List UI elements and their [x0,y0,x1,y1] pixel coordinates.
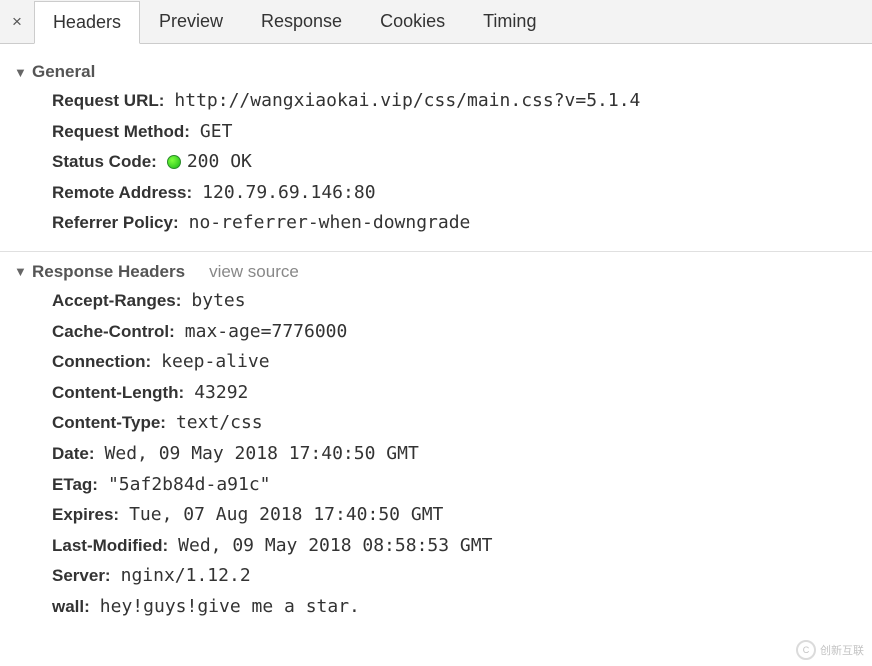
entry-value: Wed, 09 May 2018 08:58:53 GMT [178,531,492,562]
tab-response[interactable]: Response [242,0,361,43]
entry-cache-control: Cache-Control: max-age=7776000 [52,317,872,348]
entry-label: Status Code: [52,148,157,177]
response-headers-header[interactable]: ▼ Response Headers view source [0,258,872,286]
status-dot-icon [167,155,181,169]
tab-headers[interactable]: Headers [34,1,140,44]
disclosure-triangle-icon: ▼ [14,264,26,279]
entry-content-length: Content-Length: 43292 [52,378,872,409]
watermark-logo-icon: C [796,640,816,660]
entry-request-method: Request Method: GET [52,117,872,148]
entry-value: nginx/1.12.2 [121,561,251,592]
entry-date: Date: Wed, 09 May 2018 17:40:50 GMT [52,439,872,470]
entry-referrer-policy: Referrer Policy: no-referrer-when-downgr… [52,208,872,239]
entry-label: wall: [52,593,90,622]
general-entries: Request URL: http://wangxiaokai.vip/css/… [0,86,872,245]
entry-label: Connection: [52,348,151,377]
entry-value: keep-alive [161,347,269,378]
general-section: ▼ General Request URL: http://wangxiaoka… [0,52,872,251]
entry-value: no-referrer-when-downgrade [189,208,471,239]
entry-label: Date: [52,440,95,469]
entry-request-url: Request URL: http://wangxiaokai.vip/css/… [52,86,872,117]
entry-label: Content-Type: [52,409,166,438]
general-header[interactable]: ▼ General [0,58,872,86]
entry-connection: Connection: keep-alive [52,347,872,378]
tab-bar: × Headers Preview Response Cookies Timin… [0,0,872,44]
view-source-link[interactable]: view source [209,262,299,282]
entry-label: Content-Length: [52,379,184,408]
entry-label: Server: [52,562,111,591]
entry-value: hey!guys!give me a star. [100,592,360,623]
entry-label: Request Method: [52,118,190,147]
entry-value: Wed, 09 May 2018 17:40:50 GMT [105,439,419,470]
entry-label: Request URL: [52,87,164,116]
entry-expires: Expires: Tue, 07 Aug 2018 17:40:50 GMT [52,500,872,531]
entry-server: Server: nginx/1.12.2 [52,561,872,592]
entry-value: http://wangxiaokai.vip/css/main.css?v=5.… [174,86,640,117]
entry-content-type: Content-Type: text/css [52,408,872,439]
entry-remote-address: Remote Address: 120.79.69.146:80 [52,178,872,209]
entry-value: 43292 [194,378,248,409]
close-panel-button[interactable]: × [0,12,34,32]
entry-value: "5af2b84d-a91c" [108,470,271,501]
entry-value: max-age=7776000 [185,317,348,348]
entry-label: Last-Modified: [52,532,168,561]
entry-label: Cache-Control: [52,318,175,347]
tab-timing[interactable]: Timing [464,0,555,43]
tab-cookies[interactable]: Cookies [361,0,464,43]
tab-preview[interactable]: Preview [140,0,242,43]
response-headers-section: ▼ Response Headers view source Accept-Ra… [0,251,872,635]
headers-content: ▼ General Request URL: http://wangxiaoka… [0,44,872,643]
response-headers-title: Response Headers [32,262,185,282]
entry-status-code: Status Code: 200 OK [52,147,872,178]
entry-wall: wall: hey!guys!give me a star. [52,592,872,623]
entry-value: text/css [176,408,263,439]
watermark: C 创新互联 [796,640,864,660]
entry-label: Remote Address: [52,179,192,208]
response-headers-entries: Accept-Ranges: bytes Cache-Control: max-… [0,286,872,629]
entry-label: Expires: [52,501,119,530]
watermark-text: 创新互联 [820,642,864,658]
entry-last-modified: Last-Modified: Wed, 09 May 2018 08:58:53… [52,531,872,562]
entry-value: 120.79.69.146:80 [202,178,375,209]
entry-value: Tue, 07 Aug 2018 17:40:50 GMT [129,500,443,531]
status-text: 200 OK [187,151,252,172]
general-title: General [32,62,95,82]
disclosure-triangle-icon: ▼ [14,65,26,80]
entry-value: GET [200,117,233,148]
entry-label: Accept-Ranges: [52,287,181,316]
entry-etag: ETag: "5af2b84d-a91c" [52,470,872,501]
entry-accept-ranges: Accept-Ranges: bytes [52,286,872,317]
entry-value: bytes [191,286,245,317]
entry-value: 200 OK [167,147,252,178]
entry-label: Referrer Policy: [52,209,179,238]
entry-label: ETag: [52,471,98,500]
